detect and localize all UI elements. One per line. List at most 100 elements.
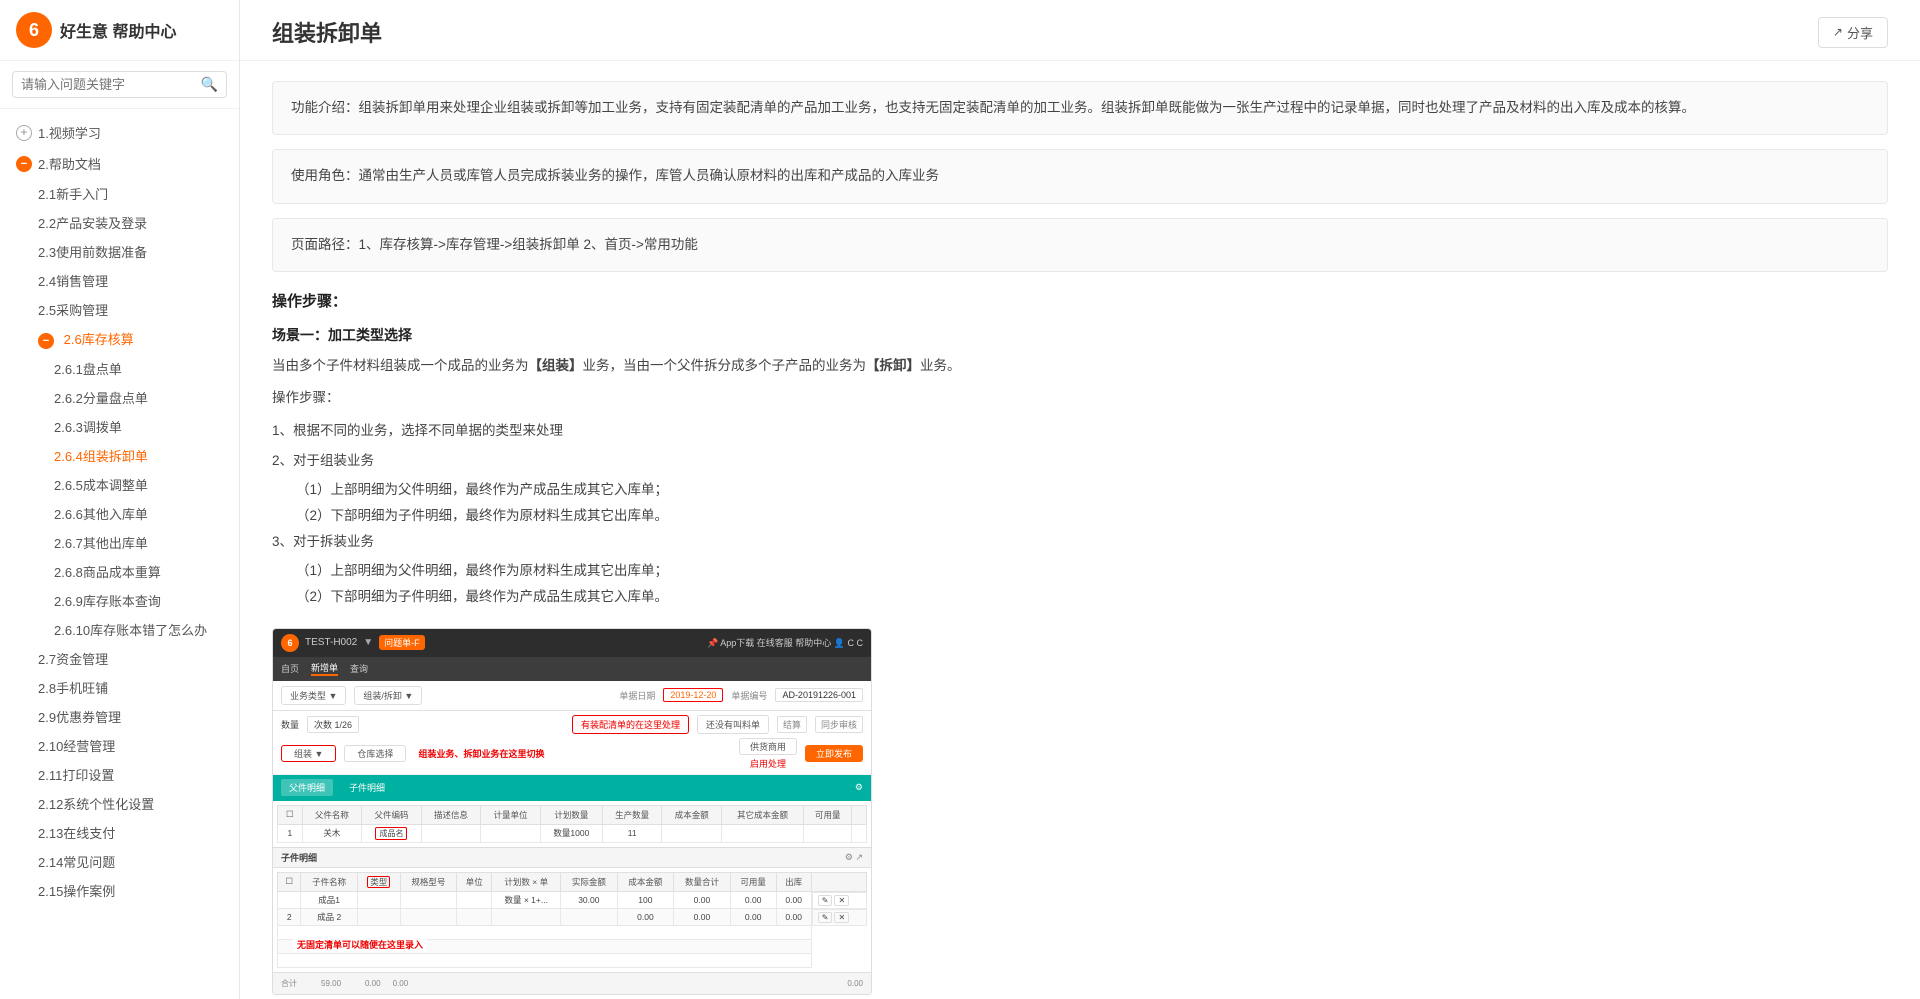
sidebar-item-265[interactable]: 2.6.5成本调整单 [0, 470, 239, 499]
mock-confirm-btn[interactable]: 立即发布 [805, 745, 863, 762]
mock-type-select[interactable]: 组装 ▼ [281, 745, 336, 762]
mock-code-highlight: 成品名 [375, 827, 407, 840]
search-input[interactable] [21, 77, 201, 92]
mock-field-row2: 数量 次数 1/26 有装配清单的在这里处理 还没有叫料单 结算 同步审核 [281, 715, 863, 734]
mock-action1[interactable]: 结算 [777, 716, 807, 733]
sidebar-item-214[interactable]: 2.14常见问题 [0, 847, 239, 876]
sidebar-item-215[interactable]: 2.15操作案例 [0, 876, 239, 905]
sidebar-item-267[interactable]: 2.6.7其他出库单 [0, 528, 239, 557]
role-section: 使用角色：通常由生产人员或库管人员完成拆装业务的操作，库管人员确认原材料的出库和… [272, 149, 1888, 203]
mock-th-prod: 生产数量 [602, 805, 662, 824]
sidebar-item-21[interactable]: 2.1新手入门 [0, 179, 239, 208]
mock-th-unit: 计量单位 [481, 805, 541, 824]
mock-sub-section-header: 子件明细 ⚙ ↗ [273, 847, 871, 868]
mock-total-amount2: 0.00 [365, 979, 381, 988]
sidebar-item-268[interactable]: 2.6.8商品成本重算 [0, 557, 239, 586]
sidebar-item-210[interactable]: 2.10经营管理 [0, 731, 239, 760]
mock-date-value: 2019-12-20 [663, 688, 723, 702]
sidebar-category-label: 2.帮助文档 [38, 154, 101, 173]
sidebar-item-212[interactable]: 2.12系统个性化设置 [0, 789, 239, 818]
expand-icon-docs: − [16, 156, 32, 172]
mock-upper-table: ☐ 父件名称 父件编码 描述信息 计量单位 计划数量 生产数量 成本金额 其它成… [277, 805, 867, 843]
scenario1-title: 场景一：加工类型选择 [272, 325, 1888, 345]
logo-area: 6 好生意 帮助中心 [0, 0, 239, 61]
mock-btn-type[interactable]: 组装/拆卸 ▼ [354, 686, 422, 705]
sidebar-item-22[interactable]: 2.2产品安装及登录 [0, 208, 239, 237]
sidebar-item-24[interactable]: 2.4销售管理 [0, 266, 239, 295]
path-section: 页面路径：1、库存核算->库存管理->组装拆卸单 2、首页->常用功能 [272, 218, 1888, 272]
nav-tree: + 1.视频学习 − 2.帮助文档 2.1新手入门 2.2产品安装及登录 2.3… [0, 109, 239, 999]
search-icon[interactable]: 🔍 [201, 76, 218, 93]
mock-th-plan: 计划数量 [540, 805, 602, 824]
sidebar-item-211[interactable]: 2.11打印设置 [0, 760, 239, 789]
mock-bom-btn[interactable]: 还没有叫料单 [697, 715, 769, 734]
mock-sub-th-unit: 单位 [457, 872, 492, 891]
search-area: 🔍 [0, 61, 239, 109]
mock-nav-new[interactable]: 新增单 [311, 661, 338, 676]
mock-sub-icons: ⚙ ↗ [845, 852, 863, 863]
search-input-wrap[interactable]: 🔍 [12, 71, 227, 98]
step-1: 1、根据不同的业务，选择不同单据的类型来处理 [272, 418, 1888, 444]
sidebar-item-262[interactable]: 2.6.2分量盘点单 [0, 383, 239, 412]
mock-bottom-bar: 合计 59.00 0.00 0.00 0.00 [273, 972, 871, 994]
mock-row-del[interactable]: ✕ [834, 895, 849, 906]
mock-tab-extra: ⚙ [855, 782, 863, 793]
page-title: 组装拆卸单 [272, 16, 382, 48]
sidebar-item-261[interactable]: 2.6.1盘点单 [0, 354, 239, 383]
mock-action2[interactable]: 同步审核 [815, 716, 863, 733]
mock-sub-th-more [811, 872, 866, 891]
mock-tab-sub[interactable]: 子件明细 [341, 779, 393, 796]
mock-th-actions [852, 805, 867, 824]
mock-sub-th-actions: 出库 [776, 872, 811, 891]
table-row: 2 成品 2 0.00 0.00 0.00 0.00 [278, 909, 867, 926]
sidebar-item-2610[interactable]: 2.6.10库存账本错了怎么办 [0, 615, 239, 644]
mock-row-edit[interactable]: ✎ [818, 895, 833, 906]
mock-th-cost: 成本金额 [662, 805, 722, 824]
step-2: 2、对于组装业务 [272, 448, 1888, 474]
mock-th-othercost: 其它成本金额 [722, 805, 804, 824]
mock-sub-th-code: 规格型号 [400, 872, 457, 891]
mock-total-amount4: 0.00 [847, 979, 863, 988]
scenario1-desc: 当由多个子件材料组装成一个成品的业务为【组装】业务，当由一个父件拆分成多个子产品… [272, 353, 1888, 379]
logo-text: 好生意 帮助中心 [60, 18, 176, 42]
sidebar-item-28[interactable]: 2.8手机旺铺 [0, 673, 239, 702]
mock-nav-home[interactable]: 自页 [281, 662, 299, 675]
mock-sub-th-seq: ☐ [278, 872, 301, 891]
mock-btn-save[interactable]: 业务类型 ▼ [281, 686, 346, 705]
sidebar-item-videos[interactable]: + 1.视频学习 [0, 117, 239, 148]
share-icon: ↗ [1833, 25, 1843, 39]
mock-nav-query[interactable]: 查询 [350, 662, 368, 675]
logo-icon: 6 [16, 12, 52, 48]
table-row [278, 954, 867, 968]
sidebar-item-27[interactable]: 2.7资金管理 [0, 644, 239, 673]
mock-stock-select[interactable]: 仓库选择 [344, 745, 406, 762]
sidebar-item-29[interactable]: 2.9优惠券管理 [0, 702, 239, 731]
annotation-has-bom: 有装配清单的在这里处理 [572, 715, 689, 734]
sidebar-item-264[interactable]: 2.6.4组装拆卸单 [0, 441, 239, 470]
mock-row-edit2[interactable]: ✎ [818, 912, 833, 923]
sidebar-item-213[interactable]: 2.13在线支付 [0, 818, 239, 847]
sidebar-item-25[interactable]: 2.5采购管理 [0, 295, 239, 324]
mock-row-del2[interactable]: ✕ [834, 912, 849, 923]
sidebar-item-269[interactable]: 2.6.9库存账本查询 [0, 586, 239, 615]
mock-tab-parent[interactable]: 父件明细 [281, 779, 333, 796]
mock-lower-table: ☐ 子件名称 类型 规格型号 单位 计划数 × 单 实际金额 成本金额 [277, 872, 867, 969]
mock-type-row: 组装 ▼ 仓库选择 组装业务、拆卸业务在这里切换 供货商用 启用处理 立即发布 [281, 738, 863, 770]
path-text: 页面路径：1、库存核算->库存管理->组装拆卸单 2、首页->常用功能 [291, 237, 698, 252]
sidebar-item-docs[interactable]: − 2.帮助文档 [0, 148, 239, 179]
steps-list: 1、根据不同的业务，选择不同单据的类型来处理 2、对于组装业务 （1）上部明细为… [272, 418, 1888, 609]
sidebar-item-263[interactable]: 2.6.3调拨单 [0, 412, 239, 441]
mock-logo: 6 [281, 634, 299, 652]
annotation-mid-area: 供货商用 启用处理 [739, 738, 797, 770]
mock-annotation-row: 数量 次数 1/26 有装配清单的在这里处理 还没有叫料单 结算 同步审核 组装… [273, 711, 871, 775]
sidebar-item-23[interactable]: 2.3使用前数据准备 [0, 237, 239, 266]
disassemble-step-2: （2）下部明细为子件明细，最终作为产成品生成其它入库单。 [296, 584, 1888, 610]
sidebar-category-label: 1.视频学习 [38, 123, 101, 142]
sidebar-item-26[interactable]: − 2.6库存核算 [0, 324, 239, 354]
top-bar: 组装拆卸单 ↗ 分享 [240, 0, 1920, 61]
table-row: 1 关木 成品名 数量1000 11 [278, 824, 867, 842]
share-button[interactable]: ↗ 分享 [1818, 17, 1888, 48]
sidebar-item-266[interactable]: 2.6.6其他入库单 [0, 499, 239, 528]
annotation-type-label: 组装业务、拆卸业务在这里切换 [418, 747, 544, 760]
annotation-no-bom: 无固定清单可以随便在这里录入 [293, 937, 427, 952]
